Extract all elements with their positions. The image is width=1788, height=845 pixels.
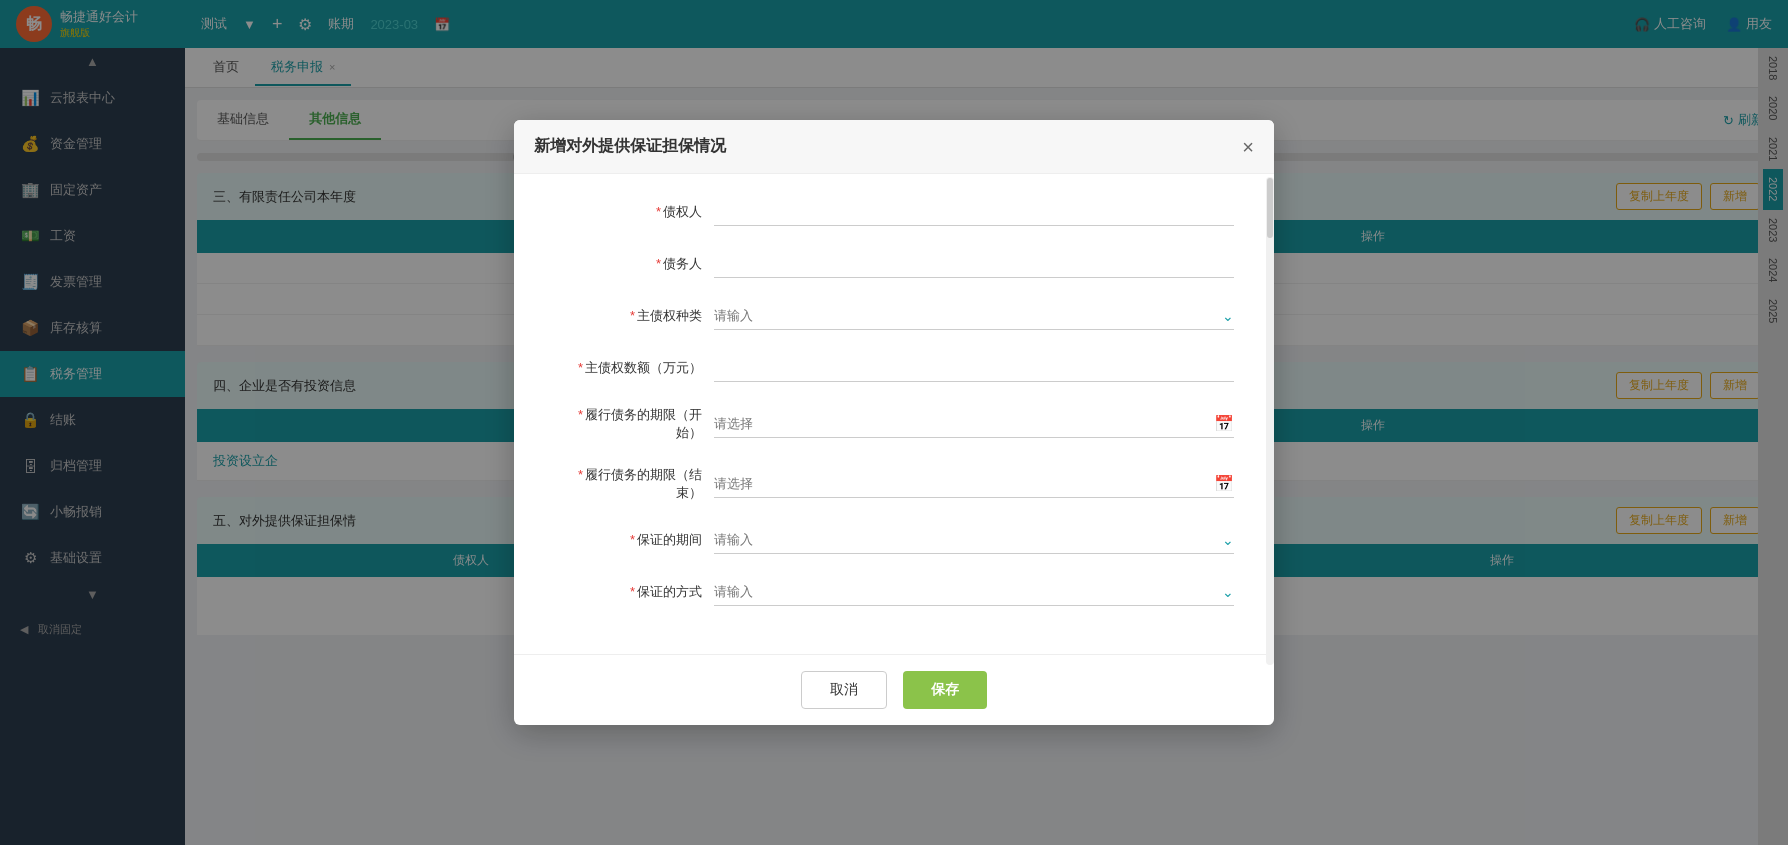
form-row-guarantee-period: *保证的期间 ⌄ — [554, 526, 1234, 554]
duty-start-input[interactable] — [714, 410, 1214, 437]
dialog-title: 新增对外提供保证担保情况 — [534, 136, 726, 157]
claim-amount-label: *主债权数额（万元） — [554, 359, 714, 377]
creditor-input[interactable] — [714, 198, 1234, 226]
duty-end-input[interactable] — [714, 470, 1214, 497]
dialog-body: *债权人 *债务人 *主债权种类 ⌄ — [514, 174, 1274, 654]
guarantee-period-input[interactable] — [714, 526, 1222, 553]
form-row-guarantee-method: *保证的方式 ⌄ — [554, 578, 1234, 606]
debtor-input[interactable] — [714, 250, 1234, 278]
dialog-close-btn[interactable]: × — [1242, 137, 1254, 157]
duty-start-calendar-icon[interactable]: 📅 — [1214, 414, 1234, 433]
save-button[interactable]: 保存 — [903, 671, 987, 709]
form-row-creditor: *债权人 — [554, 198, 1234, 226]
claim-type-select[interactable]: ⌄ — [714, 302, 1234, 330]
guarantee-method-arrow[interactable]: ⌄ — [1222, 584, 1234, 600]
duty-end-label: *履行债务的期限（结束） — [554, 466, 714, 502]
dialog-footer: 取消 保存 — [514, 654, 1274, 725]
form-row-duty-end: *履行债务的期限（结束） 📅 — [554, 466, 1234, 502]
cancel-button[interactable]: 取消 — [801, 671, 887, 709]
dialog-overlay: 新增对外提供保证担保情况 × *债权人 *债务人 * — [0, 0, 1788, 845]
dialog: 新增对外提供保证担保情况 × *债权人 *债务人 * — [514, 120, 1274, 725]
guarantee-method-input[interactable] — [714, 578, 1222, 605]
claim-type-label: *主债权种类 — [554, 307, 714, 325]
guarantee-period-label: *保证的期间 — [554, 531, 714, 549]
creditor-label: *债权人 — [554, 203, 714, 221]
guarantee-period-select[interactable]: ⌄ — [714, 526, 1234, 554]
form-row-claim-amount: *主债权数额（万元） — [554, 354, 1234, 382]
guarantee-period-arrow[interactable]: ⌄ — [1222, 532, 1234, 548]
guarantee-method-label: *保证的方式 — [554, 583, 714, 601]
guarantee-method-select[interactable]: ⌄ — [714, 578, 1234, 606]
debtor-label: *债务人 — [554, 255, 714, 273]
duty-start-date: 📅 — [714, 410, 1234, 438]
dialog-scrollbar[interactable] — [1266, 177, 1274, 665]
claim-type-arrow[interactable]: ⌄ — [1222, 308, 1234, 324]
dialog-header: 新增对外提供保证担保情况 × — [514, 120, 1274, 174]
form-row-debtor: *债务人 — [554, 250, 1234, 278]
claim-amount-input[interactable] — [714, 354, 1234, 382]
form-row-claim-type: *主债权种类 ⌄ — [554, 302, 1234, 330]
dialog-scrollbar-thumb — [1267, 178, 1273, 238]
duty-end-calendar-icon[interactable]: 📅 — [1214, 474, 1234, 493]
claim-type-input[interactable] — [714, 302, 1222, 329]
duty-start-label: *履行债务的期限（开始） — [554, 406, 714, 442]
duty-end-date: 📅 — [714, 470, 1234, 498]
form-row-duty-start: *履行债务的期限（开始） 📅 — [554, 406, 1234, 442]
